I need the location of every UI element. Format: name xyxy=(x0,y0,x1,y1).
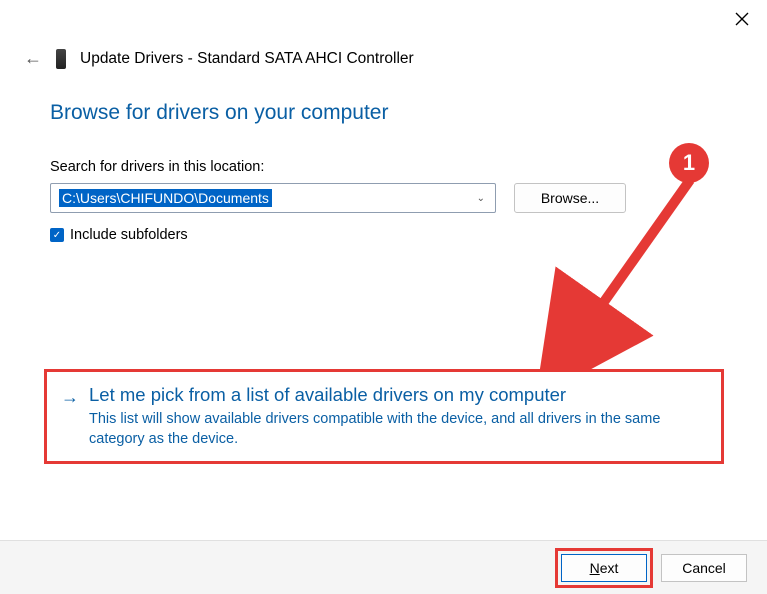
pick-from-list-option[interactable]: → Let me pick from a list of available d… xyxy=(44,369,724,464)
include-subfolders-label: Include subfolders xyxy=(70,227,188,243)
include-subfolders-checkbox[interactable]: ✓ Include subfolders xyxy=(50,227,717,243)
cancel-button[interactable]: Cancel xyxy=(661,554,747,582)
search-row: C:\Users\CHIFUNDO\Documents ⌄ Browse... xyxy=(50,183,717,213)
path-dropdown[interactable]: C:\Users\CHIFUNDO\Documents ⌄ xyxy=(50,183,496,213)
window-title: Update Drivers - Standard SATA AHCI Cont… xyxy=(80,50,414,68)
path-value: C:\Users\CHIFUNDO\Documents xyxy=(59,189,272,207)
drive-icon xyxy=(56,49,66,69)
search-label: Search for drivers in this location: xyxy=(50,159,717,175)
close-icon[interactable] xyxy=(735,12,749,31)
chevron-down-icon: ⌄ xyxy=(477,193,485,204)
content-area: Browse for drivers on your computer Sear… xyxy=(0,69,767,243)
option-title: Let me pick from a list of available dri… xyxy=(89,384,707,406)
option-description: This list will show available drivers co… xyxy=(89,410,707,449)
checkbox-checked-icon: ✓ xyxy=(50,228,64,242)
next-highlight: Next xyxy=(555,548,653,588)
next-button[interactable]: Next xyxy=(561,554,647,582)
browse-button[interactable]: Browse... xyxy=(514,183,626,213)
header: ← Update Drivers - Standard SATA AHCI Co… xyxy=(0,0,767,69)
footer-bar: Next Cancel xyxy=(0,540,767,594)
page-heading: Browse for drivers on your computer xyxy=(50,101,717,125)
back-arrow-icon[interactable]: ← xyxy=(24,48,42,69)
annotation-badge-1: 1 xyxy=(669,143,709,183)
arrow-right-icon: → xyxy=(61,387,79,408)
